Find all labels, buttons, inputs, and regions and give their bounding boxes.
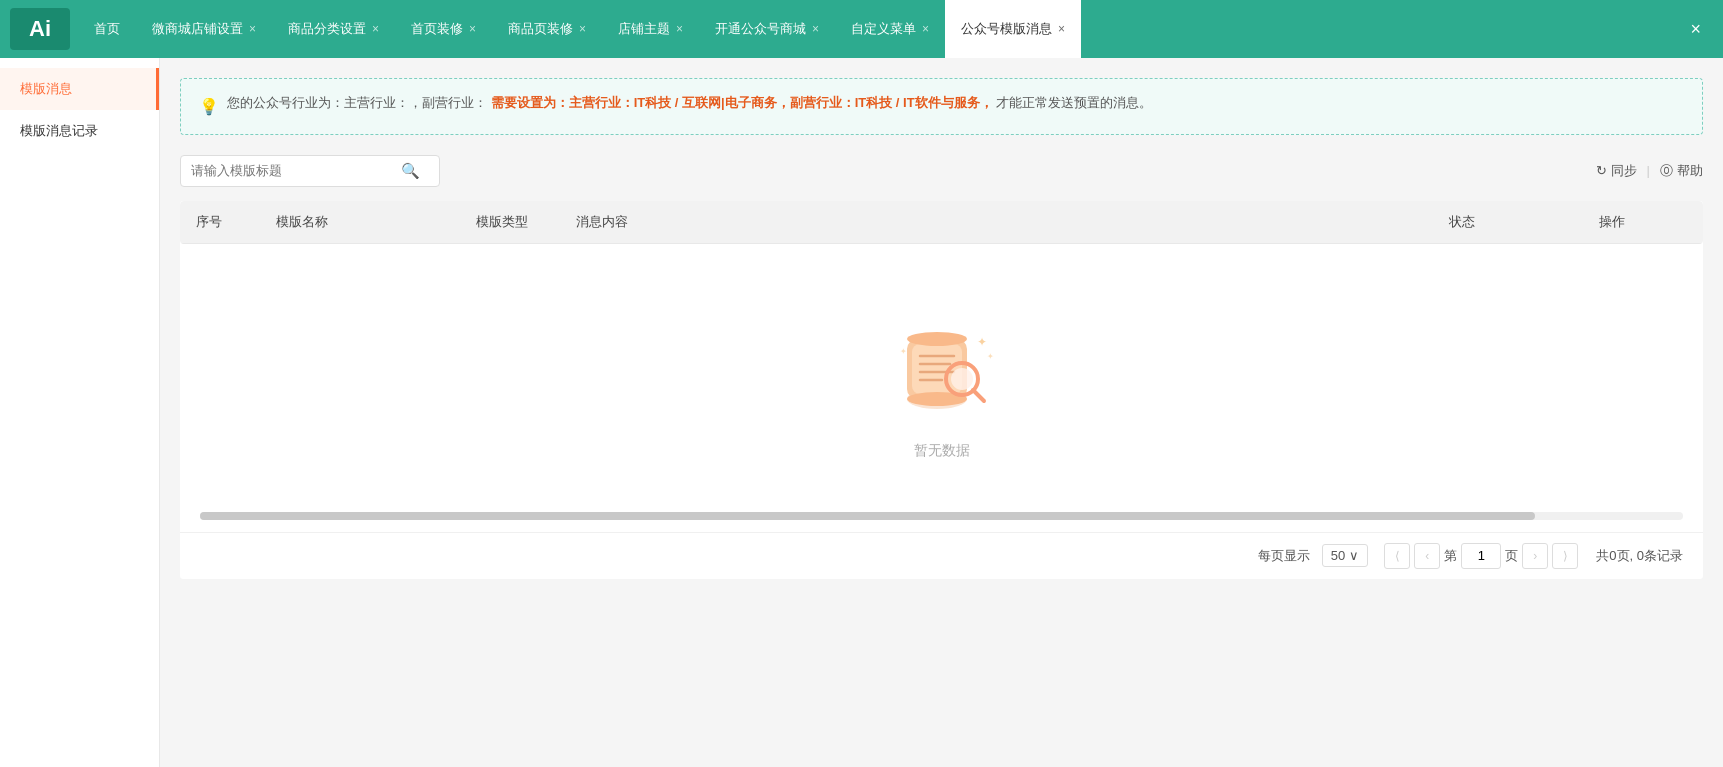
first-page-icon: ⟨ xyxy=(1395,549,1400,563)
help-label: 帮助 xyxy=(1677,162,1703,180)
search-input-wrap: 🔍 xyxy=(180,155,440,187)
th-status: 状态 xyxy=(1433,201,1583,244)
nav-tab-home[interactable]: 首页 xyxy=(78,0,136,58)
empty-text: 暂无数据 xyxy=(200,442,1683,460)
th-content: 消息内容 xyxy=(560,201,1433,244)
page-label-after: 页 xyxy=(1505,547,1518,565)
scrollbar-track[interactable] xyxy=(200,512,1683,520)
prev-page-icon: ‹ xyxy=(1425,549,1429,563)
data-table: 序号模版名称模版类型消息内容状态操作 xyxy=(180,201,1703,244)
nav-tab-close-product-decoration[interactable]: × xyxy=(579,22,586,36)
nav-tabs: 首页微商城店铺设置×商品分类设置×首页装修×商品页装修×店铺主题×开通公众号商城… xyxy=(78,0,1678,58)
page-size-value: 50 xyxy=(1331,548,1345,563)
close-all-button[interactable]: × xyxy=(1678,19,1713,40)
divider: | xyxy=(1647,163,1650,178)
page-size-label: 每页显示 xyxy=(1258,547,1310,565)
current-page-input[interactable] xyxy=(1461,543,1501,569)
svg-text:✦: ✦ xyxy=(977,335,987,349)
nav-tab-close-product-category[interactable]: × xyxy=(372,22,379,36)
nav-tab-close-store-theme[interactable]: × xyxy=(676,22,683,36)
search-actions: ↻ 同步 | ⓪ 帮助 xyxy=(1596,162,1703,180)
content-area: 💡 您的公众号行业为：主营行业：，副营行业： 需要设置为：主营行业：IT科技 /… xyxy=(160,58,1723,767)
th-action: 操作 xyxy=(1583,201,1703,244)
bulb-icon: 💡 xyxy=(199,94,219,120)
empty-state: ✦ ✦ ✦ 暂无数据 xyxy=(180,244,1703,500)
next-page-button[interactable]: › xyxy=(1522,543,1548,569)
alert-text: 您的公众号行业为：主营行业：，副营行业： 需要设置为：主营行业：IT科技 / 互… xyxy=(227,93,1152,114)
th-index: 序号 xyxy=(180,201,260,244)
nav-tab-template-message[interactable]: 公众号模版消息× xyxy=(945,0,1081,58)
first-page-button[interactable]: ⟨ xyxy=(1384,543,1410,569)
last-page-button[interactable]: ⟩ xyxy=(1552,543,1578,569)
sync-button[interactable]: ↻ 同步 xyxy=(1596,162,1637,180)
empty-icon: ✦ ✦ ✦ xyxy=(882,304,1002,424)
help-icon: ⓪ xyxy=(1660,162,1673,180)
scrollbar-area xyxy=(180,500,1703,532)
svg-text:✦: ✦ xyxy=(987,352,994,361)
help-button[interactable]: ⓪ 帮助 xyxy=(1660,162,1703,180)
th-type: 模版类型 xyxy=(460,201,560,244)
nav-tab-custom-menu[interactable]: 自定义菜单× xyxy=(835,0,945,58)
svg-point-10 xyxy=(951,368,973,390)
top-nav: Ai 首页微商城店铺设置×商品分类设置×首页装修×商品页装修×店铺主题×开通公众… xyxy=(0,0,1723,58)
alert-highlight: 需要设置为：主营行业：IT科技 / 互联网|电子商务，副营行业：IT科技 / I… xyxy=(491,95,993,110)
nav-tab-home-decoration[interactable]: 首页装修× xyxy=(395,0,492,58)
total-info: 共0页, 0条记录 xyxy=(1596,547,1683,565)
page-label-before: 第 xyxy=(1444,547,1457,565)
sidebar-item-template-msg-log[interactable]: 模版消息记录 xyxy=(0,110,159,152)
main-layout: 模版消息模版消息记录 💡 您的公众号行业为：主营行业：，副营行业： 需要设置为：… xyxy=(0,58,1723,767)
nav-tab-product-category[interactable]: 商品分类设置× xyxy=(272,0,395,58)
page-size-select[interactable]: 50 ∨ xyxy=(1322,544,1368,567)
nav-tab-product-decoration[interactable]: 商品页装修× xyxy=(492,0,602,58)
next-page-icon: › xyxy=(1533,549,1537,563)
nav-tab-close-shop-settings[interactable]: × xyxy=(249,22,256,36)
nav-tab-shop-settings[interactable]: 微商城店铺设置× xyxy=(136,0,272,58)
search-icon[interactable]: 🔍 xyxy=(401,162,420,180)
pagination: 每页显示 50 ∨ ⟨ ‹ 第 页 › xyxy=(180,532,1703,579)
alert-box: 💡 您的公众号行业为：主营行业：，副营行业： 需要设置为：主营行业：IT科技 /… xyxy=(180,78,1703,135)
nav-tab-close-custom-menu[interactable]: × xyxy=(922,22,929,36)
app-logo: Ai xyxy=(10,8,70,50)
nav-tab-open-mall[interactable]: 开通公众号商城× xyxy=(699,0,835,58)
nav-tab-close-open-mall[interactable]: × xyxy=(812,22,819,36)
nav-tab-store-theme[interactable]: 店铺主题× xyxy=(602,0,699,58)
svg-line-11 xyxy=(973,390,984,401)
svg-text:✦: ✦ xyxy=(900,347,907,356)
sync-label: 同步 xyxy=(1611,162,1637,180)
scrollbar-thumb[interactable] xyxy=(200,512,1535,520)
sidebar: 模版消息模版消息记录 xyxy=(0,58,160,767)
th-name: 模版名称 xyxy=(260,201,460,244)
table-wrapper: 序号模版名称模版类型消息内容状态操作 xyxy=(180,201,1703,579)
chevron-down-icon: ∨ xyxy=(1349,548,1359,563)
search-input[interactable] xyxy=(191,163,401,178)
sidebar-item-template-msg[interactable]: 模版消息 xyxy=(0,68,159,110)
sync-icon: ↻ xyxy=(1596,163,1607,178)
prev-page-button[interactable]: ‹ xyxy=(1414,543,1440,569)
svg-point-7 xyxy=(907,332,967,346)
pagination-buttons: ⟨ ‹ 第 页 › ⟩ xyxy=(1384,543,1578,569)
last-page-icon: ⟩ xyxy=(1563,549,1568,563)
search-bar: 🔍 ↻ 同步 | ⓪ 帮助 xyxy=(180,155,1703,187)
nav-tab-close-template-message[interactable]: × xyxy=(1058,22,1065,36)
nav-tab-close-home-decoration[interactable]: × xyxy=(469,22,476,36)
